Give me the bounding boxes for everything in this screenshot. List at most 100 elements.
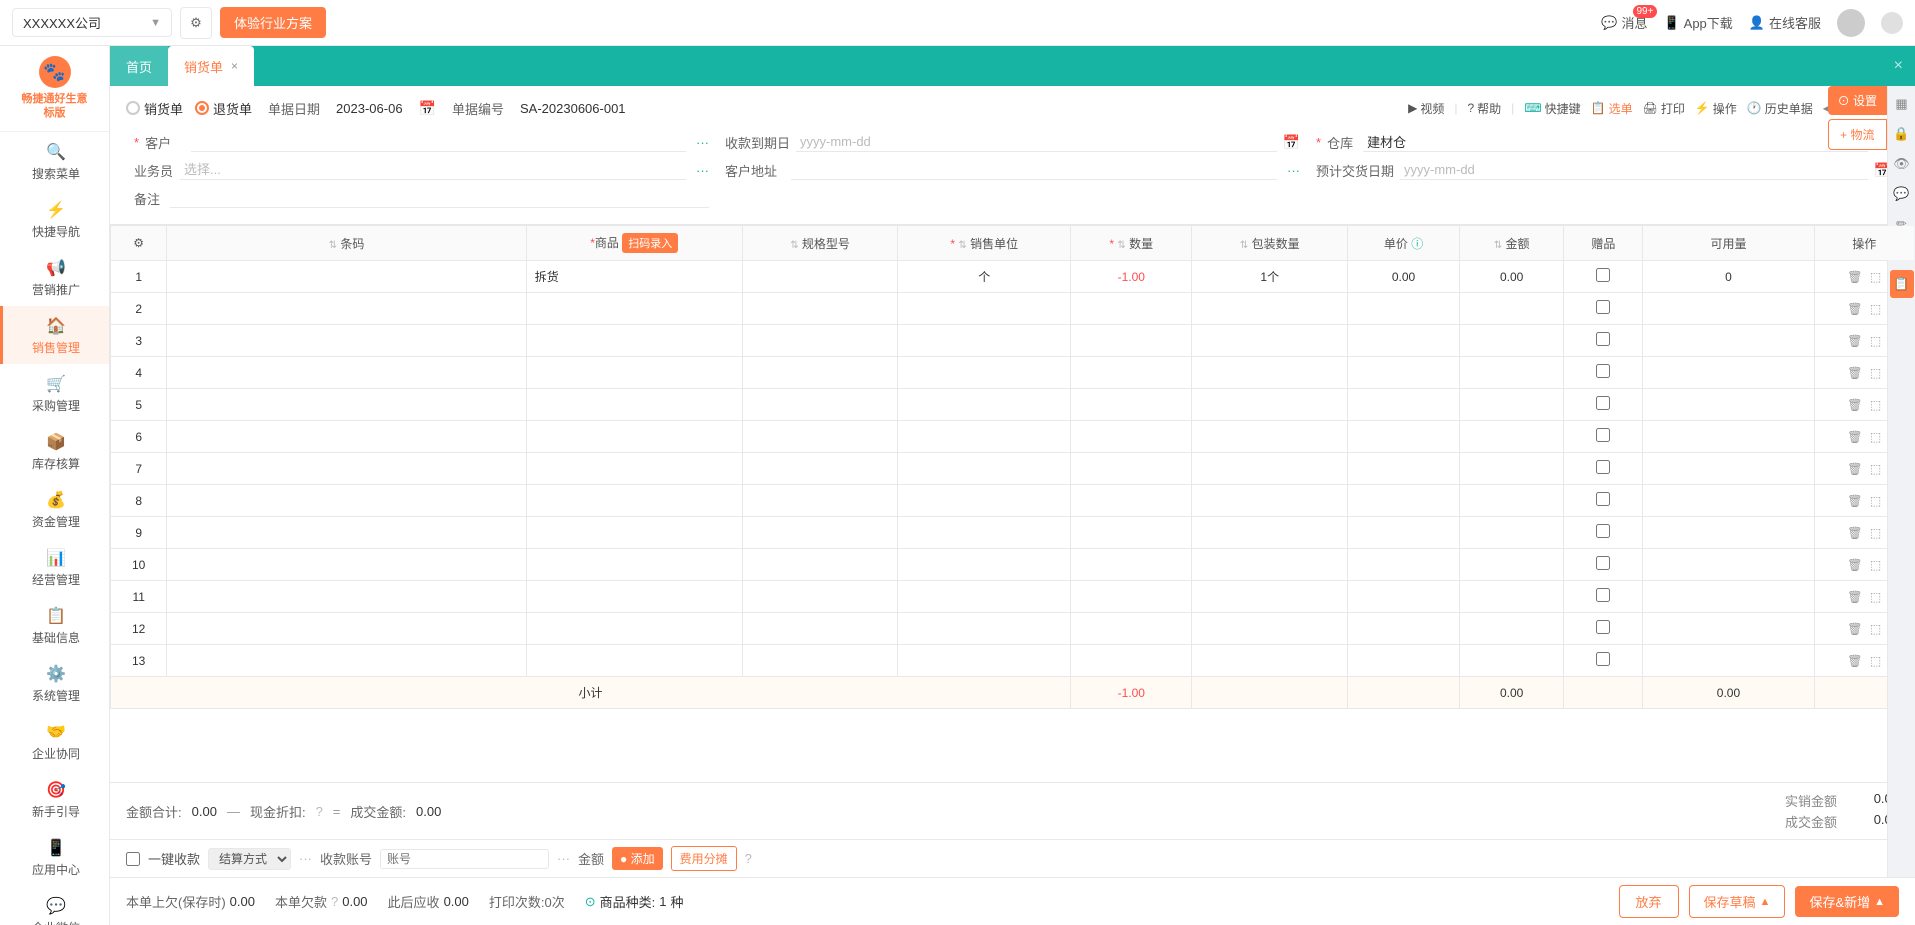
due-date-calendar-icon[interactable]: 📅	[1283, 134, 1300, 151]
discard-btn[interactable]: 放弃	[1619, 885, 1679, 918]
price-info-icon[interactable]: ⓘ	[1411, 237, 1423, 251]
sort-icon-barcode[interactable]: ⇅	[329, 240, 337, 251]
save-draft-btn[interactable]: 保存草稿 ▲	[1689, 885, 1786, 918]
remarks-input[interactable]	[170, 188, 709, 208]
cell-barcode-9[interactable]	[167, 517, 526, 549]
copy-icon-6[interactable]: ⬚	[1870, 430, 1881, 444]
cell-barcode-7[interactable]	[167, 453, 526, 485]
copy-icon-4[interactable]: ⬚	[1870, 366, 1881, 380]
cell-gift-1[interactable]	[1564, 261, 1643, 293]
online-service-btn[interactable]: 👤 在线客服	[1749, 13, 1821, 32]
cell-gift-7[interactable]	[1564, 453, 1643, 485]
cell-gift-10[interactable]	[1564, 549, 1643, 581]
cell-gift-8[interactable]	[1564, 485, 1643, 517]
discount-info-icon[interactable]: ?	[316, 804, 323, 819]
tab-home[interactable]: 首页	[110, 46, 168, 86]
sidebar-item-wecom[interactable]: 💬 企业微信	[0, 886, 109, 925]
delete-icon-1[interactable]: 🗑	[1847, 270, 1862, 284]
cell-barcode-10[interactable]	[167, 549, 526, 581]
delete-icon-10[interactable]: 🗑	[1847, 558, 1862, 572]
cell-gift-6[interactable]	[1564, 421, 1643, 453]
cell-barcode-12[interactable]	[167, 613, 526, 645]
copy-icon-8[interactable]: ⬚	[1870, 494, 1881, 508]
sort-icon-qty[interactable]: ⇅	[1117, 240, 1125, 251]
salesperson-dots-btn[interactable]: ···	[696, 163, 709, 178]
cell-gift-9[interactable]	[1564, 517, 1643, 549]
copy-icon-13[interactable]: ⬚	[1870, 654, 1881, 668]
copy-icon-7[interactable]: ⬚	[1870, 462, 1881, 476]
sidebar-item-guide[interactable]: 🎯 新手引导	[0, 770, 109, 828]
copy-icon-10[interactable]: ⬚	[1870, 558, 1881, 572]
sidebar-item-marketing[interactable]: 📢 营销推广	[0, 248, 109, 306]
cell-barcode-13[interactable]	[167, 645, 526, 677]
sort-icon-amount[interactable]: ⇅	[1494, 240, 1502, 251]
settings-action-btn[interactable]: ⊙ 设置	[1828, 86, 1887, 115]
save-new-btn[interactable]: 保存&新增 ▲	[1795, 886, 1899, 917]
delete-icon-4[interactable]: 🗑	[1847, 366, 1862, 380]
copy-icon-1[interactable]: ⬚	[1870, 270, 1881, 284]
toolbar-operation[interactable]: ⚡ 操作	[1695, 100, 1737, 117]
side-panel-eye-icon[interactable]: 👁	[1890, 150, 1914, 178]
date-calendar-icon[interactable]: 📅	[419, 100, 436, 117]
copy-icon-9[interactable]: ⬚	[1870, 526, 1881, 540]
copy-icon-5[interactable]: ⬚	[1870, 398, 1881, 412]
avatar[interactable]	[1837, 9, 1865, 37]
cell-gift-2[interactable]	[1564, 293, 1643, 325]
side-panel-chat-icon[interactable]: 💬	[1890, 180, 1914, 208]
cell-barcode-2[interactable]	[167, 293, 526, 325]
delete-icon-6[interactable]: 🗑	[1847, 430, 1862, 444]
scan-btn[interactable]: 扫码录入	[622, 233, 678, 253]
payment-method-select[interactable]: 结算方式	[208, 848, 291, 870]
sidebar-item-operations[interactable]: 📊 经营管理	[0, 538, 109, 596]
customer-input[interactable]	[191, 132, 686, 152]
sidebar-item-sales[interactable]: 🏠 销售管理	[0, 306, 109, 364]
add-payment-btn[interactable]: ● 添加	[612, 847, 663, 870]
cell-gift-12[interactable]	[1564, 613, 1643, 645]
customer-dots-btn[interactable]: ···	[696, 135, 709, 150]
sort-icon-pkg[interactable]: ⇅	[1240, 240, 1248, 251]
customer-address-input[interactable]	[791, 160, 1277, 180]
th-settings[interactable]: ⚙	[111, 226, 167, 261]
radio-sale[interactable]: 销货单	[126, 99, 183, 118]
tab-close-icon[interactable]: ×	[231, 59, 238, 73]
radio-return[interactable]: 退货单	[195, 99, 252, 118]
cell-barcode-6[interactable]	[167, 421, 526, 453]
toolbar-history[interactable]: 🕐 历史单据	[1747, 100, 1813, 117]
sidebar-item-search[interactable]: 🔍 搜索菜单	[0, 132, 109, 190]
payment-help-icon[interactable]: ?	[745, 851, 752, 866]
cell-gift-5[interactable]	[1564, 389, 1643, 421]
cell-gift-4[interactable]	[1564, 357, 1643, 389]
delete-icon-3[interactable]: 🗑	[1847, 334, 1862, 348]
copy-icon-12[interactable]: ⬚	[1870, 622, 1881, 636]
sidebar-item-purchase[interactable]: 🛒 采购管理	[0, 364, 109, 422]
cell-barcode-3[interactable]	[167, 325, 526, 357]
delete-icon-5[interactable]: 🗑	[1847, 398, 1862, 412]
side-panel-active-icon[interactable]: 📋	[1890, 270, 1914, 298]
cell-gift-13[interactable]	[1564, 645, 1643, 677]
cell-barcode-8[interactable]	[167, 485, 526, 517]
tab-sales-order[interactable]: 销货单 ×	[168, 46, 254, 86]
debit-info-icon[interactable]: ?	[331, 894, 338, 909]
copy-icon-2[interactable]: ⬚	[1870, 302, 1881, 316]
side-panel-lock-icon[interactable]: 🔒	[1890, 120, 1914, 148]
sidebar-item-appcenter[interactable]: 📱 应用中心	[0, 828, 109, 886]
toolbar-select[interactable]: 📋 选单	[1591, 100, 1633, 117]
delete-icon-8[interactable]: 🗑	[1847, 494, 1862, 508]
toolbar-video[interactable]: ▶ 视频	[1408, 100, 1444, 117]
sort-icon-spec[interactable]: ⇅	[790, 240, 798, 251]
toolbar-shortcut[interactable]: ⌨ 快捷键	[1524, 100, 1580, 117]
trial-btn[interactable]: 体验行业方案	[220, 7, 326, 38]
delete-icon-13[interactable]: 🗑	[1847, 654, 1862, 668]
copy-icon-11[interactable]: ⬚	[1870, 590, 1881, 604]
sidebar-item-quicknav[interactable]: ⚡ 快捷导航	[0, 190, 109, 248]
app-download-btn[interactable]: 📱 App下载	[1663, 13, 1732, 32]
sort-icon-unit[interactable]: ⇅	[958, 240, 966, 251]
cell-gift-3[interactable]	[1564, 325, 1643, 357]
delete-icon-2[interactable]: 🗑	[1847, 302, 1862, 316]
delete-icon-12[interactable]: 🗑	[1847, 622, 1862, 636]
cell-barcode-1[interactable]	[167, 261, 526, 293]
sidebar-item-inventory[interactable]: 📦 库存核算	[0, 422, 109, 480]
fee-split-btn[interactable]: 费用分摊	[671, 846, 737, 871]
cell-barcode-4[interactable]	[167, 357, 526, 389]
salesperson-input[interactable]	[180, 160, 686, 180]
